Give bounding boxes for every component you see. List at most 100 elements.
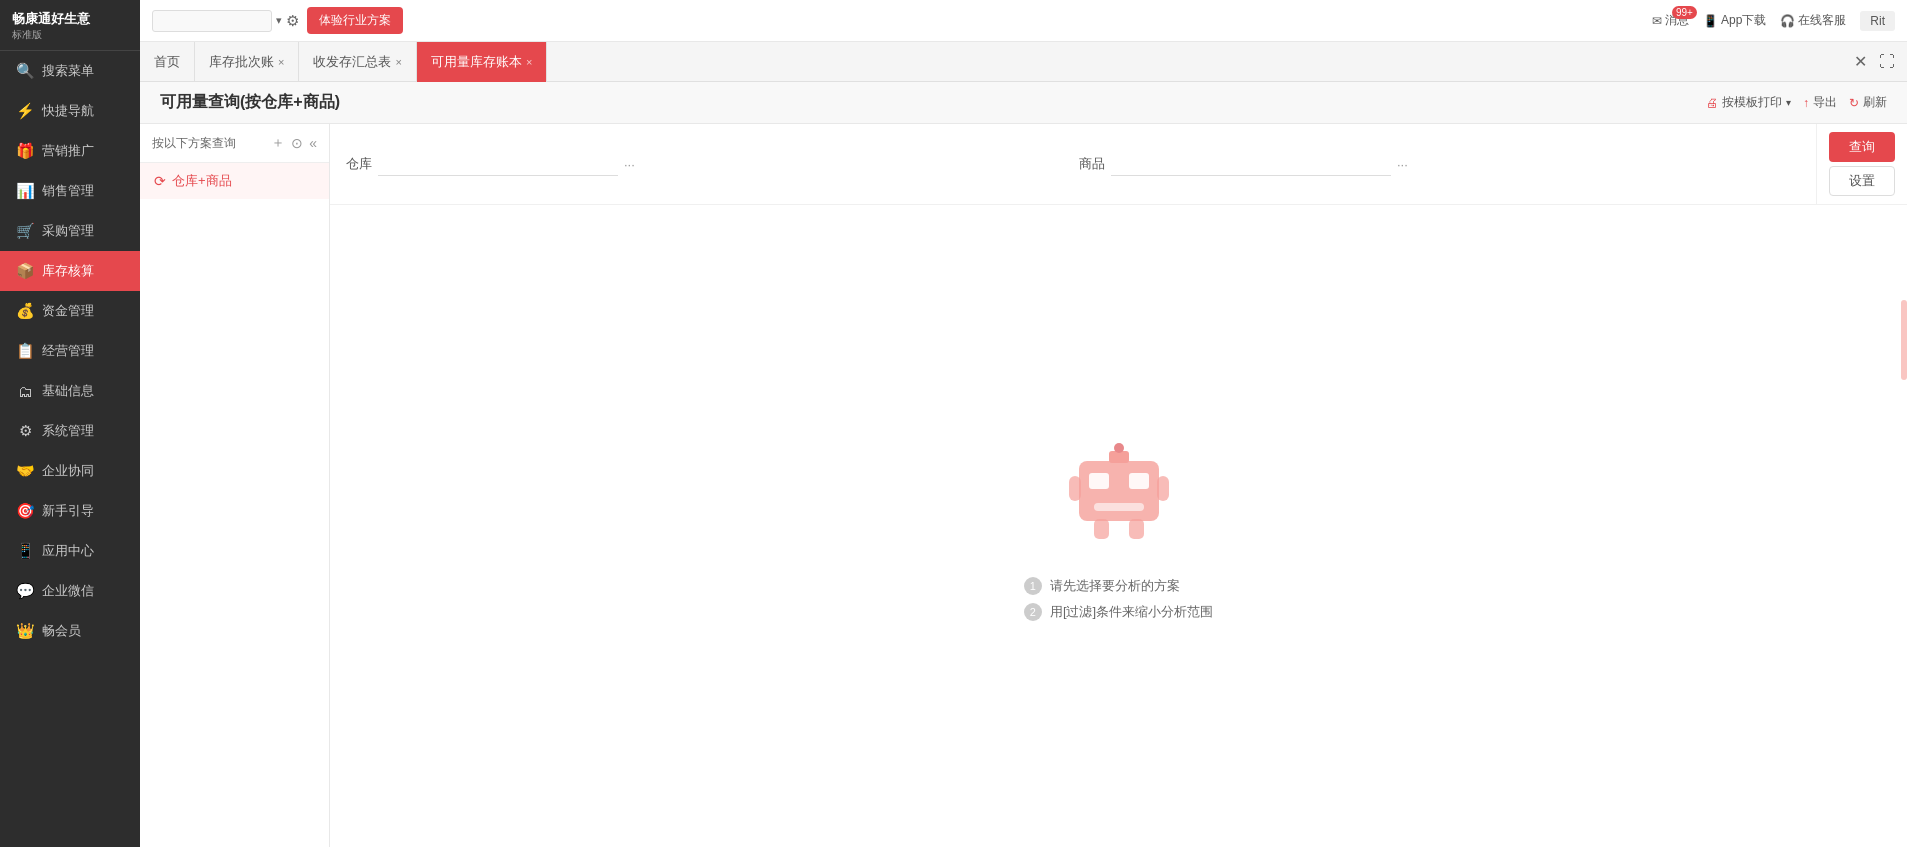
print-button[interactable]: 🖨 按模板打印 ▾ bbox=[1706, 94, 1791, 111]
left-panel-item-warehouse-goods[interactable]: ⟳ 仓库+商品 bbox=[140, 163, 329, 199]
clipboard-icon: 📋 bbox=[16, 342, 34, 360]
sidebar-item-label: 经营管理 bbox=[42, 342, 94, 360]
sidebar-item-finance[interactable]: 💰 资金管理 bbox=[0, 291, 140, 331]
tab-available-qty[interactable]: 可用量库存账本 × bbox=[417, 42, 547, 82]
add-icon[interactable]: ＋ bbox=[271, 134, 285, 152]
sidebar-item-label: 企业微信 bbox=[42, 582, 94, 600]
svg-rect-1 bbox=[1089, 473, 1109, 489]
empty-state-tips: 1 请先选择要分析的方案 2 用[过滤]条件来缩小分析范围 bbox=[1024, 577, 1213, 621]
service-button[interactable]: 🎧 在线客服 bbox=[1780, 12, 1846, 29]
goods-label: 商品 bbox=[1079, 155, 1105, 173]
export-label: 导出 bbox=[1813, 94, 1837, 111]
sidebar-item-wechat[interactable]: 💬 企业微信 bbox=[0, 571, 140, 611]
sidebar-item-label: 采购管理 bbox=[42, 222, 94, 240]
app-icon: 📱 bbox=[1703, 14, 1718, 28]
svg-rect-3 bbox=[1094, 503, 1144, 511]
sidebar-logo: 畅康通好生意 标准版 bbox=[0, 0, 140, 51]
export-button[interactable]: ↑ 导出 bbox=[1803, 94, 1837, 111]
left-panel-icons: ＋ ⊙ « bbox=[271, 134, 317, 152]
sidebar-item-marketing[interactable]: 🎁 营销推广 bbox=[0, 131, 140, 171]
refresh-button[interactable]: ↻ 刷新 bbox=[1849, 94, 1887, 111]
page-header: 可用量查询(按仓库+商品) 🖨 按模板打印 ▾ ↑ 导出 ↻ 刷新 bbox=[140, 82, 1907, 124]
warehouse-more-icon[interactable]: ··· bbox=[624, 157, 635, 172]
sidebar-item-label: 库存核算 bbox=[42, 262, 94, 280]
svg-point-5 bbox=[1114, 443, 1124, 453]
tip-text-2: 用[过滤]条件来缩小分析范围 bbox=[1050, 603, 1213, 621]
chevron-down-icon[interactable]: ▾ bbox=[1786, 97, 1791, 108]
sidebar-item-inventory[interactable]: 📦 库存核算 bbox=[0, 251, 140, 291]
svg-rect-8 bbox=[1094, 519, 1109, 539]
sidebar-item-label: 资金管理 bbox=[42, 302, 94, 320]
robot-illustration bbox=[1059, 431, 1179, 551]
sidebar-item-purchase[interactable]: 🛒 采购管理 bbox=[0, 211, 140, 251]
left-panel-header: 按以下方案查询 ＋ ⊙ « bbox=[140, 124, 329, 163]
sidebar-item-operations[interactable]: 📋 经营管理 bbox=[0, 331, 140, 371]
warehouse-label: 仓库 bbox=[346, 155, 372, 173]
logo-subtitle: 标准版 bbox=[12, 28, 128, 42]
sidebar-scroll: 🔍 搜索菜单 ⚡ 快捷导航 🎁 营销推广 📊 销售管理 🛒 采购管理 📦 bbox=[0, 51, 140, 847]
refresh-icon: ↻ bbox=[1849, 96, 1859, 110]
svg-rect-0 bbox=[1079, 461, 1159, 521]
tab-home[interactable]: 首页 bbox=[140, 42, 195, 82]
search-icon: 🔍 bbox=[16, 62, 34, 80]
tab-label: 收发存汇总表 bbox=[313, 53, 391, 71]
gear-icon: ⚙ bbox=[16, 422, 34, 440]
goods-input[interactable] bbox=[1111, 152, 1391, 176]
sidebar-item-label: 应用中心 bbox=[42, 542, 94, 560]
goods-more-icon[interactable]: ··· bbox=[1397, 157, 1408, 172]
empty-state-tip-2: 2 用[过滤]条件来缩小分析范围 bbox=[1024, 603, 1213, 621]
phone-icon: 📱 bbox=[16, 542, 34, 560]
sidebar-item-cooperation[interactable]: 🤝 企业协同 bbox=[0, 451, 140, 491]
refresh-label: 刷新 bbox=[1863, 94, 1887, 111]
empty-state: 1 请先选择要分析的方案 2 用[过滤]条件来缩小分析范围 bbox=[330, 205, 1907, 847]
empty-state-tip-1: 1 请先选择要分析的方案 bbox=[1024, 577, 1213, 595]
warehouse-input[interactable] bbox=[378, 152, 618, 176]
message-icon: ✉ bbox=[1652, 14, 1662, 28]
print-label: 按模板打印 bbox=[1722, 94, 1782, 111]
settings-button[interactable]: 设置 bbox=[1829, 166, 1895, 196]
sidebar-item-basic-info[interactable]: 🗂 基础信息 bbox=[0, 371, 140, 411]
warehouse-filter: 仓库 ··· bbox=[346, 152, 1067, 176]
page-actions: 🖨 按模板打印 ▾ ↑ 导出 ↻ 刷新 bbox=[1706, 94, 1887, 111]
sidebar-item-system[interactable]: ⚙ 系统管理 bbox=[0, 411, 140, 451]
tab-batch-account[interactable]: 库存批次账 × bbox=[195, 42, 299, 82]
chevron-down-icon[interactable]: ▾ bbox=[276, 14, 282, 27]
right-panel: 仓库 ··· 商品 ··· 查询 设置 bbox=[330, 124, 1907, 847]
scrollbar-thumb[interactable] bbox=[1901, 300, 1907, 380]
service-label: 在线客服 bbox=[1798, 12, 1846, 29]
logo-title: 畅康通好生意 bbox=[12, 10, 128, 28]
tab-label: 库存批次账 bbox=[209, 53, 274, 71]
app-download-button[interactable]: 📱 App下载 bbox=[1703, 12, 1766, 29]
sidebar-item-app-center[interactable]: 📱 应用中心 bbox=[0, 531, 140, 571]
message-badge: 99+ bbox=[1672, 6, 1697, 19]
settings-icon[interactable]: ⚙ bbox=[286, 12, 299, 30]
money-icon: 💰 bbox=[16, 302, 34, 320]
sidebar-item-label: 系统管理 bbox=[42, 422, 94, 440]
sidebar-item-member[interactable]: 👑 畅会员 bbox=[0, 611, 140, 651]
message-button[interactable]: ✉ 消息 99+ bbox=[1652, 12, 1689, 29]
tab-recv-summary[interactable]: 收发存汇总表 × bbox=[299, 42, 416, 82]
target-icon: 🎯 bbox=[16, 502, 34, 520]
tab-expand-button[interactable]: ⛶ bbox=[1875, 49, 1899, 75]
tabs-bar: 首页 库存批次账 × 收发存汇总表 × 可用量库存账本 × ✕ ⛶ bbox=[140, 42, 1907, 82]
settings-icon[interactable]: ⊙ bbox=[291, 135, 303, 151]
wechat-icon: 💬 bbox=[16, 582, 34, 600]
sidebar-item-guide[interactable]: 🎯 新手引导 bbox=[0, 491, 140, 531]
tab-close-button[interactable]: ✕ bbox=[1850, 48, 1871, 75]
close-icon[interactable]: × bbox=[395, 56, 401, 68]
gift-icon: 🎁 bbox=[16, 142, 34, 160]
collapse-icon[interactable]: « bbox=[309, 135, 317, 151]
close-icon[interactable]: × bbox=[278, 56, 284, 68]
topbar-search-input[interactable] bbox=[152, 10, 272, 32]
sidebar-item-label: 搜索菜单 bbox=[42, 62, 94, 80]
user-menu[interactable]: Rit bbox=[1860, 11, 1895, 31]
close-icon[interactable]: × bbox=[526, 56, 532, 68]
empty-state-robot bbox=[1059, 431, 1179, 565]
sidebar-item-sales[interactable]: 📊 销售管理 bbox=[0, 171, 140, 211]
print-icon: 🖨 bbox=[1706, 96, 1718, 110]
query-button[interactable]: 查询 bbox=[1829, 132, 1895, 162]
main-area: ▾ ⚙ 体验行业方案 ✉ 消息 99+ 📱 App下载 🎧 在线客服 bbox=[140, 0, 1907, 847]
sidebar-item-shortcut[interactable]: ⚡ 快捷导航 bbox=[0, 91, 140, 131]
sidebar-item-search[interactable]: 🔍 搜索菜单 bbox=[0, 51, 140, 91]
trial-button[interactable]: 体验行业方案 bbox=[307, 7, 403, 34]
